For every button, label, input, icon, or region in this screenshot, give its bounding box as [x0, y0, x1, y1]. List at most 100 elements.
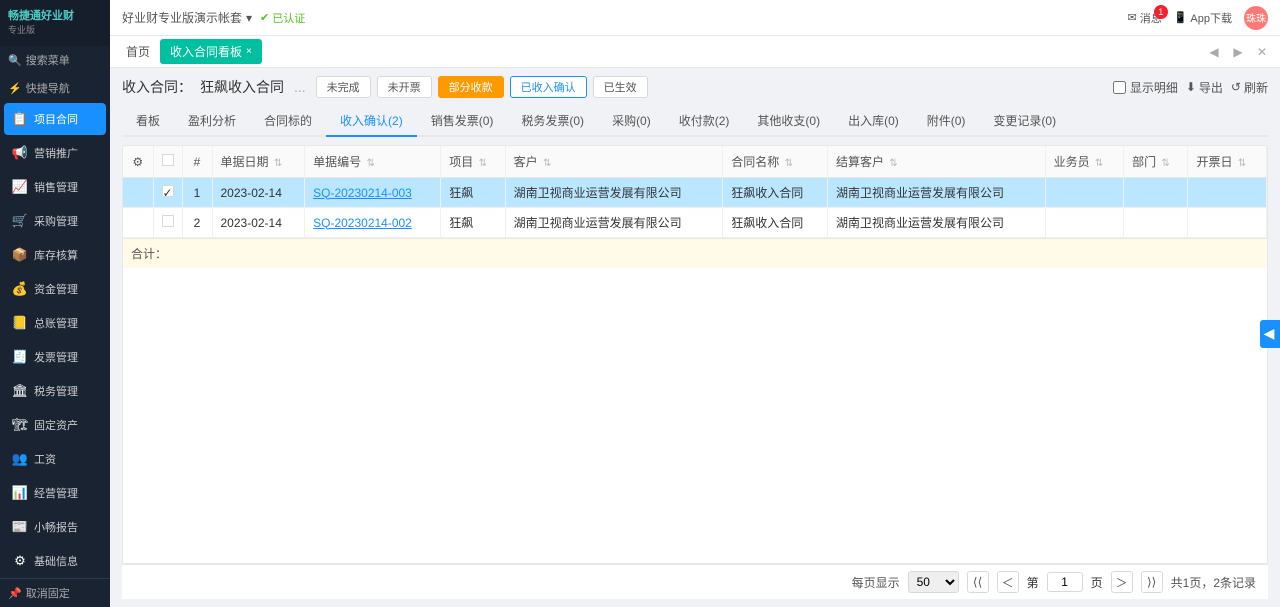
avatar[interactable]: 珠珠: [1244, 6, 1268, 30]
tab-other-income[interactable]: 其他收支(0): [743, 106, 834, 137]
tab-sales-invoice[interactable]: 销售发票(0): [417, 106, 508, 137]
main-area: 好业财专业版演示帐套 ▾ ✔ 已认证 ✉ 消息 1 📱 App下载 珠珠: [110, 0, 1280, 607]
tab-home[interactable]: 首页: [118, 39, 158, 64]
page-actions: 显示明细 ⬇ 导出 ↺ 刷新: [1113, 79, 1268, 96]
tab-inout[interactable]: 出入库(0): [834, 106, 913, 137]
row-invoice-date: [1188, 208, 1267, 238]
row-checkbox[interactable]: ✓: [153, 178, 182, 208]
tab-active[interactable]: 收入合同看板 ×: [160, 39, 262, 64]
messages-button[interactable]: ✉ 消息 1: [1128, 10, 1162, 26]
status-tag-uninvoiced[interactable]: 未开票: [377, 76, 432, 98]
col-date[interactable]: 单据日期 ⇅: [212, 146, 305, 178]
tab-prev-button[interactable]: ◀: [1204, 42, 1224, 62]
tab-profit[interactable]: 盈利分析: [174, 106, 250, 137]
export-button[interactable]: ⬇ 导出: [1186, 79, 1223, 96]
col-client[interactable]: 客户 ⇅: [505, 146, 723, 178]
sort-icon: ⇅: [366, 158, 374, 169]
sidebar-item-invoice[interactable]: 🧾 发票管理: [4, 341, 106, 373]
sidebar-item-quicknav[interactable]: ⚡ 快捷导航: [0, 74, 110, 102]
tab-next-button[interactable]: ▶: [1228, 42, 1248, 62]
more-button[interactable]: ...: [294, 79, 306, 95]
unpin-label: 取消固定: [26, 585, 70, 601]
row-setting[interactable]: [123, 178, 153, 208]
col-salesperson[interactable]: 业务员 ⇅: [1045, 146, 1123, 178]
lightning-icon: ⚡: [8, 82, 22, 95]
status-tag-partial[interactable]: 部分收款: [438, 76, 504, 98]
check-icon: ✔: [260, 11, 269, 24]
page-input[interactable]: [1047, 572, 1083, 592]
tab-contract-subject[interactable]: 合同标的: [250, 106, 326, 137]
right-float-button[interactable]: ◀: [1260, 320, 1280, 348]
show-detail-checkbox[interactable]: 显示明细: [1113, 79, 1178, 96]
sidebar-item-report[interactable]: 📰 小畅报告: [4, 511, 106, 543]
app-download-button[interactable]: 📱 App下载: [1174, 10, 1232, 26]
sidebar-item-tax[interactable]: 🏛 税务管理: [4, 375, 106, 407]
col-contract-name[interactable]: 合同名称 ⇅: [723, 146, 828, 178]
col-invoice-date[interactable]: 开票日 ⇅: [1188, 146, 1267, 178]
table-row[interactable]: 2 2023-02-14 SQ-20230214-002 狂飙 湖南卫视商业运营…: [123, 208, 1267, 238]
sort-icon: ⇅: [1095, 158, 1103, 169]
tab-attachment[interactable]: 附件(0): [913, 106, 980, 137]
sidebar-item-sales[interactable]: 📈 销售管理: [4, 171, 106, 203]
sidebar-item-inventory[interactable]: 📦 库存核算: [4, 239, 106, 271]
sidebar-item-hr[interactable]: 👥 工资: [4, 443, 106, 475]
sidebar-item-project[interactable]: 📋 项目合同: [4, 103, 106, 135]
show-detail-input[interactable]: [1113, 81, 1126, 94]
home-label: 首页: [126, 45, 150, 59]
status-tag-confirmed[interactable]: 已收入确认: [510, 76, 587, 98]
sidebar-item-search[interactable]: 🔍 搜索菜单: [0, 46, 110, 74]
company-selector[interactable]: 好业财专业版演示帐套 ▾: [122, 9, 252, 26]
status-tag-effective[interactable]: 已生效: [593, 76, 648, 98]
row-select-checkbox[interactable]: ✓: [162, 185, 174, 197]
col-project[interactable]: 项目 ⇅: [441, 146, 505, 178]
sidebar-item-marketing[interactable]: 📢 营销推广: [4, 137, 106, 169]
sidebar-item-bizmanage[interactable]: 📊 经营管理: [4, 477, 106, 509]
last-page-button[interactable]: ⟩⟩: [1141, 571, 1163, 593]
row-contract-name: 狂飙收入合同: [723, 208, 828, 238]
row-client: 湖南卫视商业运营发展有限公司: [505, 208, 723, 238]
tab-purchase[interactable]: 采购(0): [598, 106, 665, 137]
row-setting[interactable]: [123, 208, 153, 238]
tab-payment[interactable]: 收付款(2): [665, 106, 744, 137]
refresh-button[interactable]: ↺ 刷新: [1231, 79, 1268, 96]
topbar: 好业财专业版演示帐套 ▾ ✔ 已认证 ✉ 消息 1 📱 App下载 珠珠: [110, 0, 1280, 36]
purchase-icon: 🛒: [12, 213, 28, 229]
per-page-select[interactable]: 50 20 100: [908, 571, 959, 593]
table-header-row: ⚙ # 单据日期 ⇅ 单据编号 ⇅ 项目 ⇅ 客户 ⇅ 合同名称 ⇅ 结算客户 …: [123, 146, 1267, 178]
prev-page-button[interactable]: ＜: [997, 571, 1019, 593]
status-tag-incomplete[interactable]: 未完成: [316, 76, 371, 98]
col-checkbox[interactable]: [153, 146, 182, 178]
first-page-button[interactable]: ⟨⟨: [967, 571, 989, 593]
sidebar-item-fixedasset[interactable]: 🏗 固定资产: [4, 409, 106, 441]
search-icon: 🔍: [8, 54, 22, 67]
row-dept: [1124, 178, 1188, 208]
tab-change-log[interactable]: 变更记录(0): [979, 106, 1070, 137]
tab-kanban[interactable]: 看板: [122, 106, 174, 137]
inner-tabs: 看板 盈利分析 合同标的 收入确认(2) 销售发票(0) 税务发票(0) 采购(…: [122, 106, 1268, 137]
row-select-checkbox[interactable]: [162, 215, 174, 227]
sidebar-item-purchase[interactable]: 🛒 采购管理: [4, 205, 106, 237]
row-order-no[interactable]: SQ-20230214-002: [305, 208, 441, 238]
sidebar-item-general[interactable]: 📒 总账管理: [4, 307, 106, 339]
row-project: 狂飙: [441, 178, 505, 208]
tab-tax-invoice[interactable]: 税务发票(0): [507, 106, 598, 137]
tab-close-button[interactable]: ✕: [1252, 42, 1272, 62]
tab-close-icon[interactable]: ×: [246, 46, 252, 57]
row-order-no[interactable]: SQ-20230214-003: [305, 178, 441, 208]
sidebar-item-label: 固定资产: [34, 417, 78, 433]
col-settle-client[interactable]: 结算客户 ⇅: [827, 146, 1045, 178]
col-order-no[interactable]: 单据编号 ⇅: [305, 146, 441, 178]
tab-revenue-confirm[interactable]: 收入确认(2): [326, 106, 417, 137]
table-row[interactable]: ✓ 1 2023-02-14 SQ-20230214-003 狂飙 湖南卫视商业…: [123, 178, 1267, 208]
col-setting[interactable]: ⚙: [123, 146, 153, 178]
sidebar-item-capital[interactable]: 💰 资金管理: [4, 273, 106, 305]
unpin-button[interactable]: 📌 取消固定: [0, 578, 110, 607]
invoice-icon: 🧾: [12, 349, 28, 365]
col-dept[interactable]: 部门 ⇅: [1124, 146, 1188, 178]
sidebar-item-basic[interactable]: ⚙ 基础信息: [4, 545, 106, 577]
row-checkbox[interactable]: [153, 208, 182, 238]
select-all-checkbox[interactable]: [162, 154, 174, 166]
next-page-button[interactable]: ＞: [1111, 571, 1133, 593]
sidebar-item-label: 税务管理: [34, 383, 78, 399]
pagination: 每页显示 50 20 100 ⟨⟨ ＜ 第 页 ＞ ⟩⟩ 共1页，2条记录: [122, 564, 1268, 599]
